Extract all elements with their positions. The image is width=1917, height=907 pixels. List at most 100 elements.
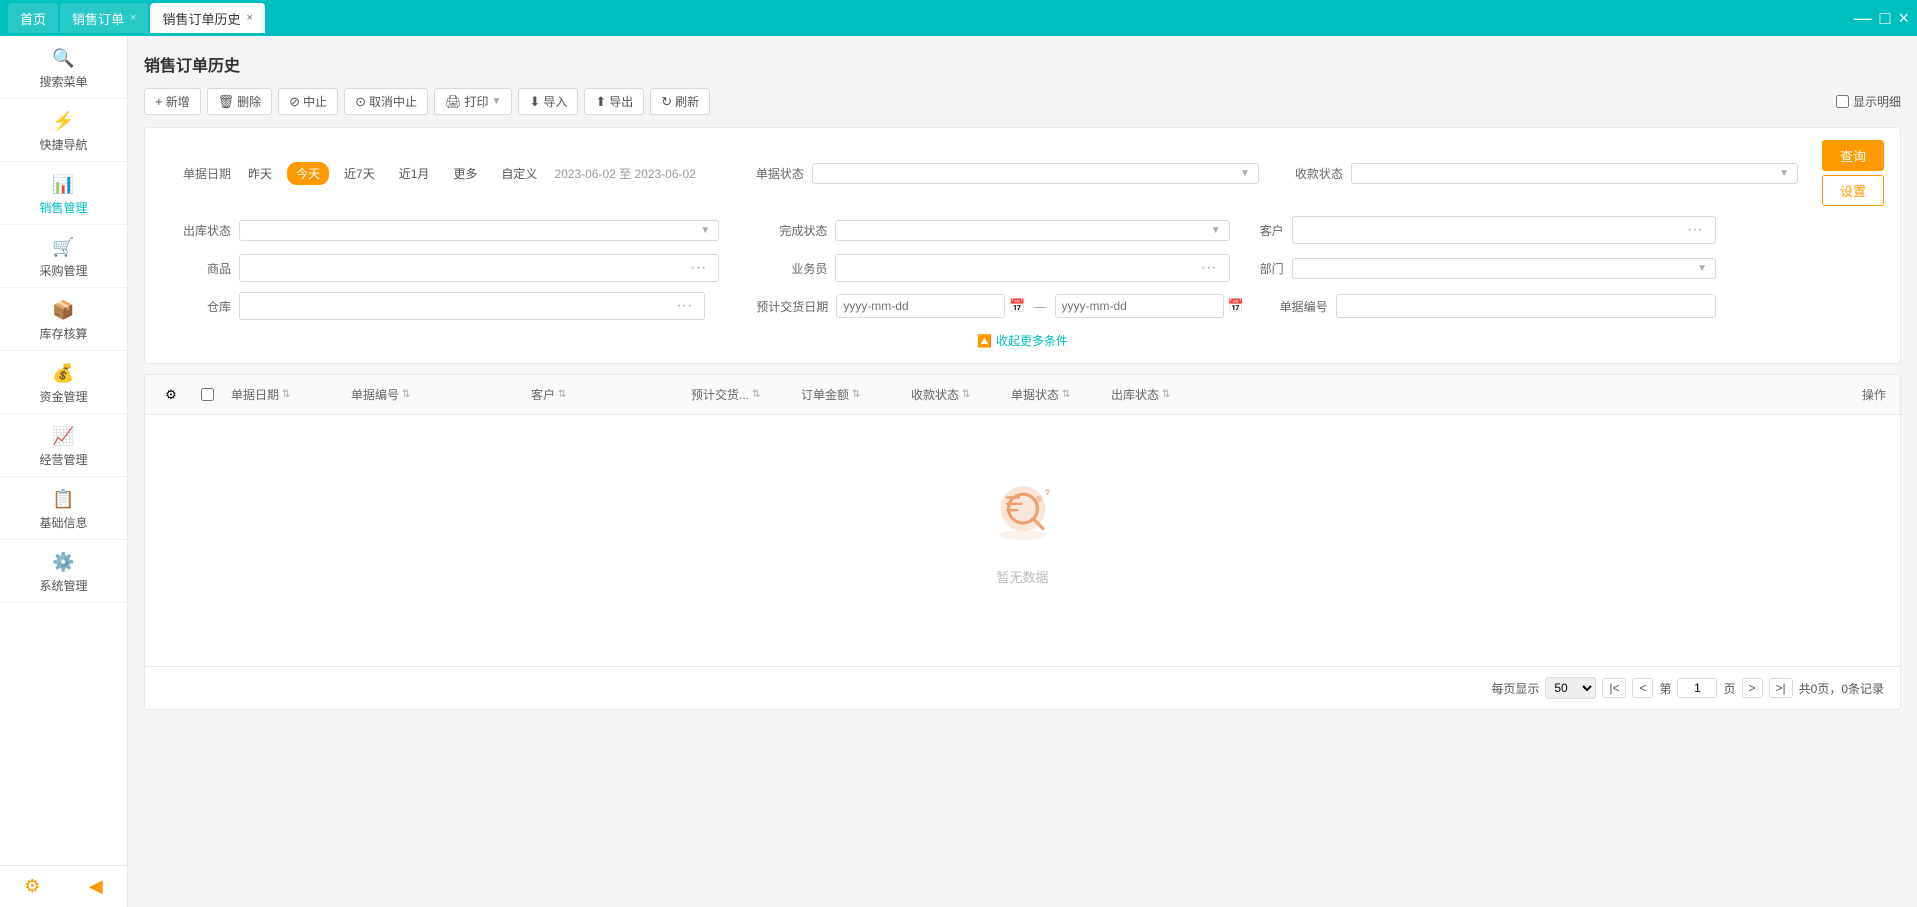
tab-sales-order[interactable]: 销售订单 × <box>60 3 148 33</box>
completion-status-label: 完成状态 <box>767 222 827 239</box>
th-receipt-status: 收款状态 ⇅ <box>905 386 1005 403</box>
department-select[interactable]: ▼ <box>1292 258 1716 279</box>
select-all-checkbox[interactable] <box>201 388 214 401</box>
sidebar-item-purchase-mgmt[interactable]: 🛒 采购管理 <box>0 225 127 288</box>
main-layout: 🔍 搜索菜单 ⚡ 快捷导航 📊 销售管理 🛒 采购管理 📦 库存核算 💰 资金管… <box>0 36 1917 907</box>
sidebar-item-operations[interactable]: 📈 经营管理 <box>0 414 127 477</box>
goods-ellipsis-icon[interactable]: ··· <box>686 259 710 277</box>
cancel-stop-button[interactable]: ⊙ 取消中止 <box>344 88 428 115</box>
date-btn-more[interactable]: 更多 <box>444 162 486 185</box>
bill-status-select[interactable]: ▼ <box>812 163 1259 184</box>
query-button[interactable]: 查询 <box>1822 140 1884 171</box>
top-bar: 首页 销售订单 × 销售订单历史 × — □ × <box>0 0 1917 36</box>
settings-icon[interactable]: ⚙ <box>165 387 177 403</box>
sidebar-item-inventory[interactable]: 📦 库存核算 <box>0 288 127 351</box>
filter-row-3: 商品 ··· 业务员 ··· 部门 ▼ <box>161 254 1884 282</box>
export-button[interactable]: ⬆ 导出 <box>584 88 644 115</box>
number-sort-icon[interactable]: ⇅ <box>402 389 410 400</box>
department-arrow-icon: ▼ <box>1697 263 1707 274</box>
import-button[interactable]: ⬇ 导入 <box>518 88 578 115</box>
customer-select[interactable]: ··· <box>1292 216 1716 244</box>
bill-status-sort-icon[interactable]: ⇅ <box>1062 389 1070 400</box>
completion-status-select[interactable]: ▼ <box>835 220 1229 241</box>
export-icon: ⬆ <box>595 94 606 110</box>
next-page-btn[interactable]: > <box>1742 678 1763 698</box>
sales-mgmt-icon: 📊 <box>52 174 74 195</box>
sidebar-item-sales-mgmt[interactable]: 📊 销售管理 <box>0 162 127 225</box>
stop-icon: ⊘ <box>289 94 300 110</box>
refresh-icon: ↻ <box>661 94 672 110</box>
date-btn-yesterday[interactable]: 昨天 <box>239 162 281 185</box>
prev-page-btn[interactable]: < <box>1632 678 1653 698</box>
delivery-date-end-input[interactable] <box>1055 294 1224 318</box>
window-close[interactable]: × <box>1898 8 1909 29</box>
system-icon: ⚙️ <box>52 552 74 573</box>
date-sort-icon[interactable]: ⇅ <box>282 389 290 400</box>
cancel-stop-icon: ⊙ <box>355 94 366 110</box>
date-btn-7days[interactable]: 近7天 <box>335 162 384 185</box>
sidebar-item-capital[interactable]: 💰 资金管理 <box>0 351 127 414</box>
date-btn-today[interactable]: 今天 <box>287 162 329 185</box>
amount-sort-icon[interactable]: ⇅ <box>852 389 860 400</box>
sidebar-settings-icon[interactable]: ⚙ <box>24 876 40 897</box>
settings-button[interactable]: 设置 <box>1822 175 1884 206</box>
display-detail-checkbox[interactable] <box>1836 95 1849 108</box>
salesperson-select[interactable]: ··· <box>835 254 1229 282</box>
sidebar: 🔍 搜索菜单 ⚡ 快捷导航 📊 销售管理 🛒 采购管理 📦 库存核算 💰 资金管… <box>0 36 128 907</box>
print-button[interactable]: 🖨 打印 ▼ <box>434 88 512 115</box>
tab-sales-order-history[interactable]: 销售订单历史 × <box>150 3 264 33</box>
page-label: 页 <box>1723 680 1735 697</box>
tab-home[interactable]: 首页 <box>8 3 58 33</box>
th-delivery-date: 预计交货... ⇅ <box>685 386 795 403</box>
tab-sales-order-history-close[interactable]: × <box>246 12 252 24</box>
date-btn-custom[interactable]: 自定义 <box>492 162 546 185</box>
collapse-button[interactable]: 🔼 收起更多条件 <box>161 330 1884 351</box>
warehouse-ellipsis-icon[interactable]: ··· <box>672 297 696 315</box>
window-minimize[interactable]: — <box>1854 8 1872 29</box>
sidebar-item-search-menu[interactable]: 🔍 搜索菜单 <box>0 36 127 99</box>
table-header: ⚙ 单据日期 ⇅ 单据编号 ⇅ 客户 ⇅ 预计交货... <box>145 375 1900 415</box>
bill-number-input[interactable] <box>1336 294 1716 318</box>
pagination: 每页显示 50 10 20 100 |< < 第 页 > >| 共0页，0条记录 <box>145 666 1900 709</box>
date-btn-1month[interactable]: 近1月 <box>390 162 439 185</box>
base-info-icon: 📋 <box>52 489 74 510</box>
calendar-end-icon[interactable]: 📅 <box>1228 298 1244 314</box>
calendar-start-icon[interactable]: 📅 <box>1009 298 1025 314</box>
delete-button[interactable]: 🗑 删除 <box>207 88 273 115</box>
delivery-status-select[interactable]: ▼ <box>239 220 719 241</box>
tab-sales-order-close[interactable]: × <box>130 12 136 24</box>
sidebar-item-system[interactable]: ⚙️ 系统管理 <box>0 540 127 603</box>
warehouse-label: 仓库 <box>161 298 231 315</box>
window-maximize[interactable]: □ <box>1880 8 1891 29</box>
th-actions: 操作 <box>1205 386 1892 403</box>
first-page-btn[interactable]: |< <box>1602 678 1626 698</box>
refresh-button[interactable]: ↻ 刷新 <box>650 88 710 115</box>
sidebar-toggle-icon[interactable]: ◀ <box>89 876 103 897</box>
sidebar-item-quick-nav[interactable]: ⚡ 快捷导航 <box>0 99 127 162</box>
delivery-sort-icon[interactable]: ⇅ <box>752 389 760 400</box>
sidebar-item-base-info[interactable]: 📋 基础信息 <box>0 477 127 540</box>
goods-select[interactable]: ··· <box>239 254 719 282</box>
receipt-sort-icon[interactable]: ⇅ <box>962 389 970 400</box>
content-area: 销售订单历史 + 新增 🗑 删除 ⊘ 中止 ⊙ 取消中止 🖨 打印 ▼ <box>128 36 1917 907</box>
th-number: 单据编号 ⇅ <box>345 386 525 403</box>
page-size-select[interactable]: 50 10 20 100 <box>1545 677 1596 699</box>
date-range-text: 2023-06-02 至 2023-06-02 <box>554 165 695 182</box>
receipt-status-select[interactable]: ▼ <box>1351 163 1798 184</box>
import-icon: ⬇ <box>529 94 540 110</box>
stop-button[interactable]: ⊘ 中止 <box>278 88 338 115</box>
page-input[interactable] <box>1677 678 1717 698</box>
display-detail-wrap: 显示明细 <box>1836 93 1901 110</box>
delivery-date-start-input[interactable] <box>836 294 1005 318</box>
last-page-btn[interactable]: >| <box>1769 678 1793 698</box>
customer-sort-icon[interactable]: ⇅ <box>558 389 566 400</box>
customer-ellipsis-icon[interactable]: ··· <box>1683 221 1707 239</box>
delivery-date-start-wrap: 📅 <box>836 294 1025 318</box>
warehouse-select[interactable]: ··· <box>239 292 705 320</box>
empty-area: 暂无数据 <box>145 415 1900 666</box>
th-settings[interactable]: ⚙ <box>153 387 189 403</box>
th-checkbox[interactable] <box>189 388 225 401</box>
delivery-status-sort-icon[interactable]: ⇅ <box>1162 389 1170 400</box>
new-button[interactable]: + 新增 <box>144 88 201 115</box>
salesperson-ellipsis-icon[interactable]: ··· <box>1197 259 1221 277</box>
